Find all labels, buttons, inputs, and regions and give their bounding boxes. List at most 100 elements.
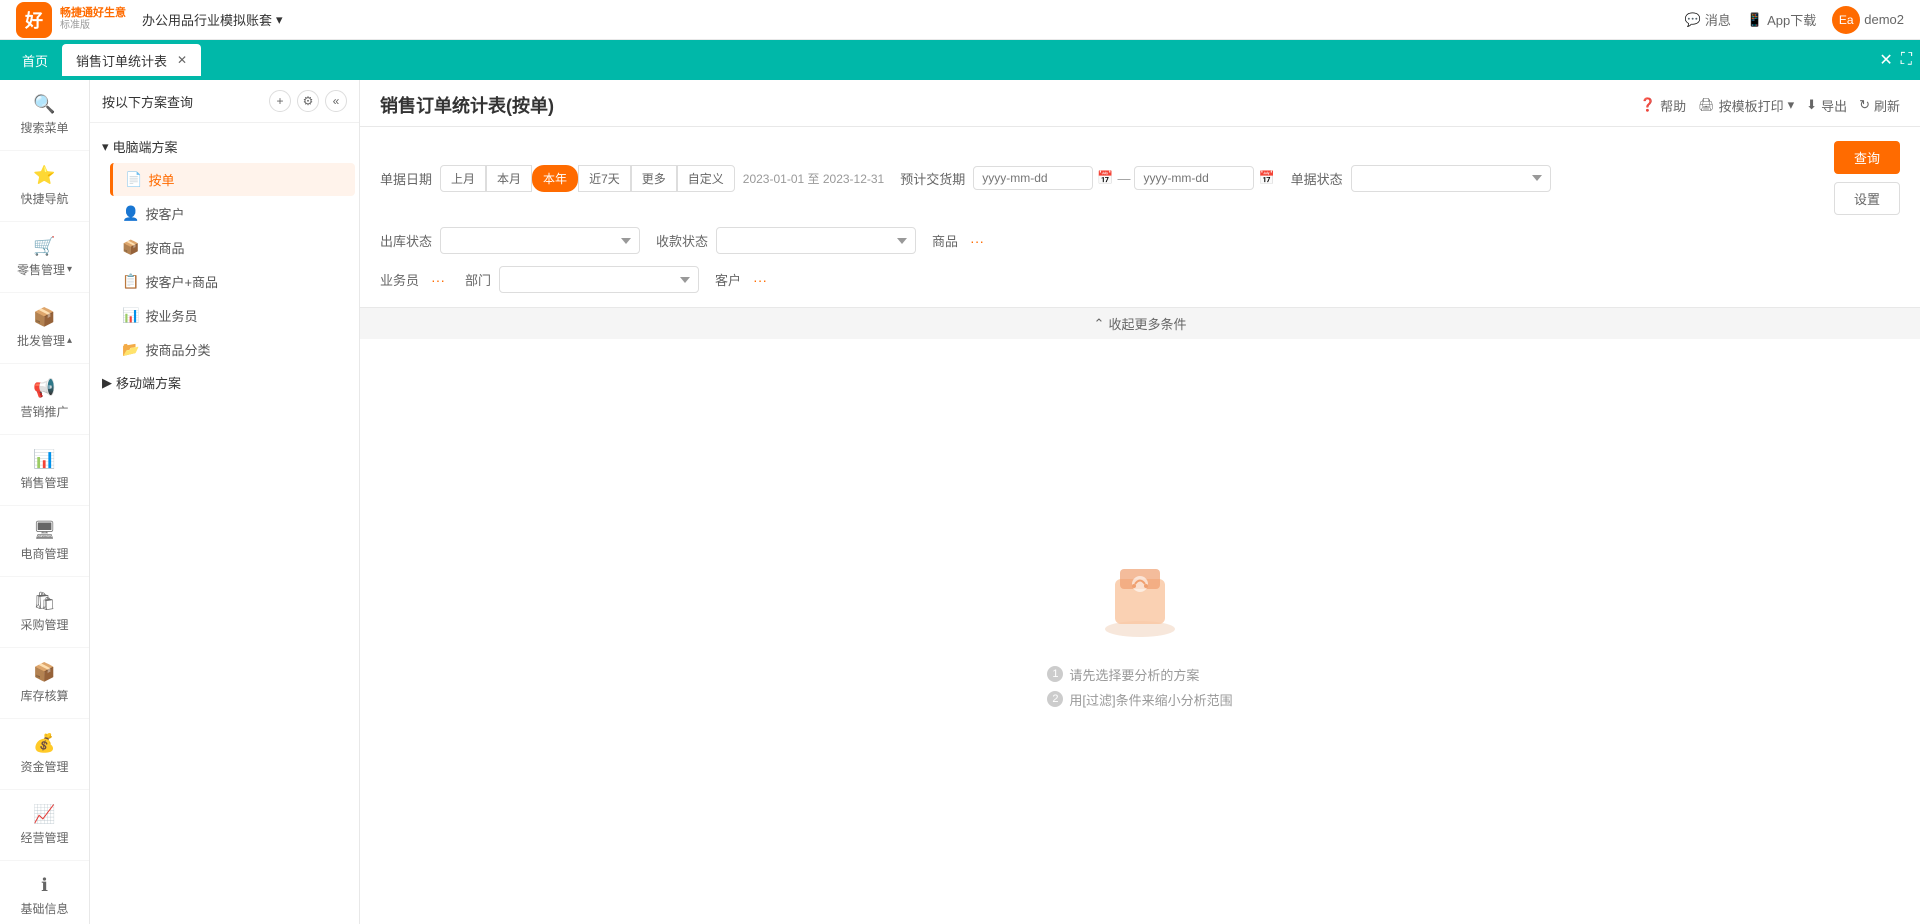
custom-date-btn[interactable]: 自定义 xyxy=(677,165,735,192)
tree-child-by-goods-label: 按商品 xyxy=(145,238,184,257)
more-date-btn[interactable]: 更多 xyxy=(631,165,677,192)
date-separator: — xyxy=(1117,171,1130,186)
collapse-chevron-icon: ⌃ xyxy=(1094,316,1105,332)
retail-icon: 🛒 xyxy=(33,236,55,257)
print-dropdown-icon: ▾ xyxy=(1788,97,1795,113)
single-date-label: 单据日期 xyxy=(380,169,432,188)
tree-mobile-toggle-icon: ▶ xyxy=(102,375,112,391)
sidebar-item-finance[interactable]: 💰 资金管理 xyxy=(0,719,89,790)
sidebar-item-quick-nav-label: 快捷导航 xyxy=(20,190,68,207)
help-btn[interactable]: ❓ 帮助 xyxy=(1640,96,1686,115)
payment-status-select[interactable] xyxy=(716,227,916,254)
goods-label: 商品 xyxy=(932,231,958,250)
empty-tip-1: 1 请先选择要分析的方案 xyxy=(1047,665,1232,684)
tree-child-by-customer-goods[interactable]: 📋 按客户+商品 xyxy=(110,265,355,298)
refresh-btn[interactable]: ↻ 刷新 xyxy=(1859,96,1900,115)
user-profile-btn[interactable]: Ea demo2 xyxy=(1832,6,1904,34)
collapse-conditions-btn[interactable]: ⌃ 收起更多条件 xyxy=(360,308,1920,339)
tree-mobile-solutions-label: 移动端方案 xyxy=(116,373,181,392)
retail-arrow-icon: ▾ xyxy=(67,264,72,275)
collapse-panel-btn[interactable]: « xyxy=(325,90,347,112)
left-panel-actions: + ⚙ « xyxy=(269,90,347,112)
tree-pc-solutions[interactable]: ▾ 电脑端方案 xyxy=(90,131,359,162)
sidebar-item-inventory[interactable]: 📦 库存核算 xyxy=(0,648,89,719)
window-close-icon[interactable]: ✕ xyxy=(1879,50,1892,70)
sales-icon: 📊 xyxy=(33,449,55,470)
empty-tip-2-label: 用[过滤]条件来缩小分析范围 xyxy=(1069,690,1232,709)
tree-child-by-order[interactable]: 📄 按单 xyxy=(110,163,355,196)
empty-illustration xyxy=(1090,549,1190,649)
expected-delivery-to-input[interactable] xyxy=(1134,166,1254,190)
goods-more-btn[interactable]: ··· xyxy=(966,233,988,249)
add-scheme-btn[interactable]: + xyxy=(269,90,291,112)
customer-more-btn[interactable]: ··· xyxy=(749,272,771,288)
dropdown-arrow-icon: ▾ xyxy=(276,12,283,28)
sidebar-item-quick-nav[interactable]: ⭐ 快捷导航 xyxy=(0,151,89,222)
tree-child-by-customer[interactable]: 👤 按客户 xyxy=(110,197,355,230)
prev-month-btn[interactable]: 上月 xyxy=(440,165,486,192)
tabbar: 首页 销售订单统计表 ✕ ✕ ⛶ xyxy=(0,40,1920,80)
sidebar-item-sales[interactable]: 📊 销售管理 xyxy=(0,435,89,506)
delivery-status-select[interactable] xyxy=(440,227,640,254)
sidebar-item-purchase[interactable]: 🛍 采购管理 xyxy=(0,577,89,648)
retail-label-group: 零售管理 ▾ xyxy=(17,261,72,278)
refresh-label: 刷新 xyxy=(1874,96,1900,115)
app-download-btn[interactable]: 📱 App下载 xyxy=(1747,10,1816,29)
empty-tip-2: 2 用[过滤]条件来缩小分析范围 xyxy=(1047,690,1232,709)
sidebar-item-ecommerce[interactable]: 🖥 电商管理 xyxy=(0,506,89,577)
tab-maximize-area: ✕ ⛶ xyxy=(1879,50,1912,70)
this-month-btn[interactable]: 本月 xyxy=(486,165,532,192)
sidebar-item-search-menu[interactable]: 🔍 搜索菜单 xyxy=(0,80,89,151)
tree-child-by-goods[interactable]: 📦 按商品 xyxy=(110,231,355,264)
sidebar-item-retail[interactable]: 🛒 零售管理 ▾ xyxy=(0,222,89,293)
print-btn[interactable]: 🖨 按模板打印 ▾ xyxy=(1698,96,1794,115)
tip-num-2: 2 xyxy=(1047,691,1063,707)
finance-icon: 💰 xyxy=(33,733,55,754)
sidebar-item-finance-label: 资金管理 xyxy=(20,758,68,775)
calendar-from-icon[interactable]: 📅 xyxy=(1097,170,1113,186)
window-maximize-icon[interactable]: ⛶ xyxy=(1901,51,1912,69)
tree-mobile-solutions[interactable]: ▶ 移动端方案 xyxy=(90,367,359,398)
tree-child-by-salesperson[interactable]: 📊 按业务员 xyxy=(110,299,355,332)
sidebar-item-marketing-label: 营销推广 xyxy=(20,403,68,420)
expected-delivery-label: 预计交货期 xyxy=(900,169,965,188)
topbar: 好 畅捷通好生意 标准版 办公用品行业模拟账套 ▾ 💬 消息 📱 App下载 E… xyxy=(0,0,1920,40)
sidebar-item-operations[interactable]: 📈 经营管理 xyxy=(0,790,89,861)
payment-status-group: 收款状态 xyxy=(656,227,916,254)
empty-tip-1-label: 请先选择要分析的方案 xyxy=(1069,665,1199,684)
sidebar-item-search-menu-label: 搜索菜单 xyxy=(20,119,68,136)
quick-nav-icon: ⭐ xyxy=(33,165,55,186)
doc-status-label: 单据状态 xyxy=(1291,169,1343,188)
left-panel-title: 按以下方案查询 xyxy=(102,92,193,111)
message-btn[interactable]: 💬 消息 xyxy=(1685,10,1731,29)
calendar-to-icon[interactable]: 📅 xyxy=(1258,170,1274,186)
sidebar-item-purchase-label: 采购管理 xyxy=(20,616,68,633)
user-name: demo2 xyxy=(1864,12,1904,27)
account-selector[interactable]: 办公用品行业模拟账套 ▾ xyxy=(134,6,291,33)
tab-sales-order-stats-label: 销售订单统计表 xyxy=(76,51,167,70)
print-icon: 🖨 xyxy=(1698,97,1715,113)
settings-scheme-btn[interactable]: ⚙ xyxy=(297,90,319,112)
search-btn[interactable]: 查询 xyxy=(1834,141,1900,174)
expected-delivery-from-input[interactable] xyxy=(973,166,1093,190)
doc-status-select[interactable] xyxy=(1351,165,1551,192)
tree-child-by-goods-category[interactable]: 📂 按商品分类 xyxy=(110,333,355,366)
basic-info-icon: ℹ xyxy=(41,875,48,896)
tab-home[interactable]: 首页 xyxy=(8,44,62,76)
sidebar-item-basic-info[interactable]: ℹ 基础信息 xyxy=(0,861,89,924)
brand-sub: 标准版 xyxy=(60,20,126,32)
this-year-btn[interactable]: 本年 xyxy=(532,165,578,192)
sidebar-item-marketing[interactable]: 📢 营销推广 xyxy=(0,364,89,435)
dept-label: 部门 xyxy=(465,270,491,289)
left-panel: 按以下方案查询 + ⚙ « ▾ 电脑端方案 📄 按单 xyxy=(90,80,360,924)
tab-sales-order-stats[interactable]: 销售订单统计表 ✕ xyxy=(62,44,201,76)
filter-settings-btn[interactable]: 设置 xyxy=(1834,182,1900,215)
tab-close-icon[interactable]: ✕ xyxy=(177,53,187,67)
salesperson-more-btn[interactable]: ··· xyxy=(427,272,449,288)
sidebar-item-wholesale[interactable]: 📦 批发管理 ▴ xyxy=(0,293,89,364)
tip-num-1: 1 xyxy=(1047,666,1063,682)
export-btn[interactable]: ⬇ 导出 xyxy=(1806,96,1847,115)
print-label: 按模板打印 xyxy=(1719,96,1784,115)
last-7-days-btn[interactable]: 近7天 xyxy=(578,165,631,192)
dept-select[interactable] xyxy=(499,266,699,293)
